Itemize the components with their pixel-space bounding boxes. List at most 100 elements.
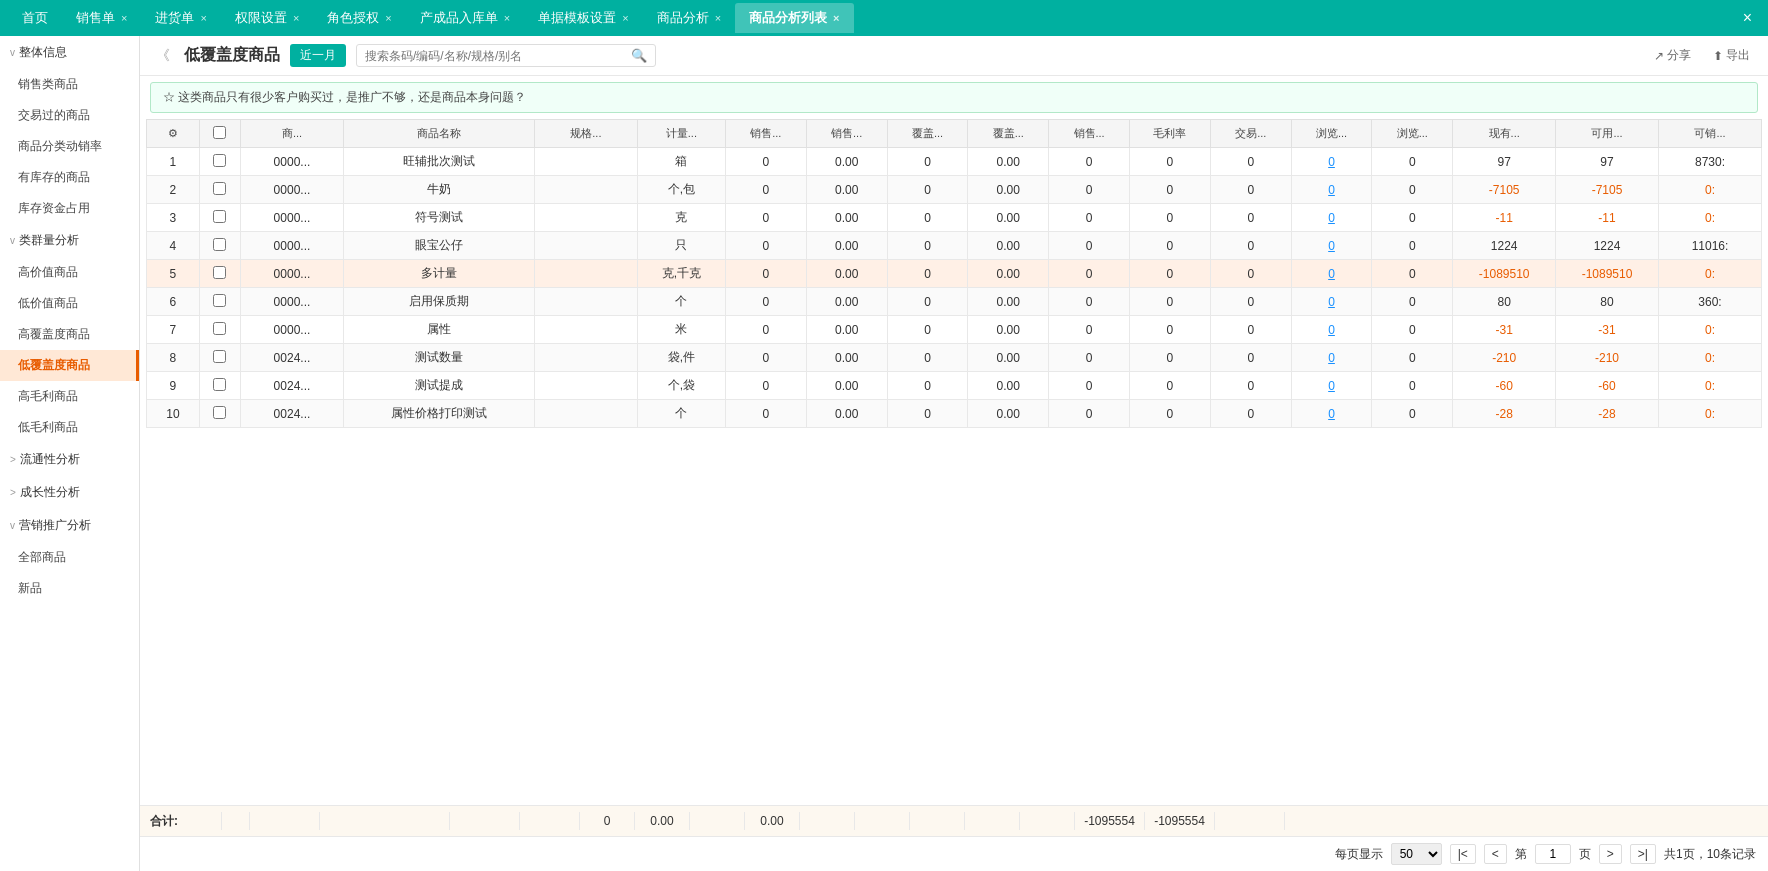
row-checkbox[interactable] (213, 154, 226, 167)
cell-0: 5 (147, 260, 200, 288)
row-checkbox[interactable] (213, 182, 226, 195)
sidebar-item-高毛利商品[interactable]: 高毛利商品 (0, 381, 139, 412)
sidebar-item-高覆盖度商品[interactable]: 高覆盖度商品 (0, 319, 139, 350)
sidebar-section-类群量分析[interactable]: v类群量分析 (0, 224, 139, 257)
browse-link[interactable]: 0 (1328, 183, 1335, 197)
col-header-6: 销售... (725, 120, 806, 148)
first-page-btn[interactable]: |< (1450, 844, 1476, 864)
last-page-btn[interactable]: >| (1630, 844, 1656, 864)
row-checkbox[interactable] (213, 238, 226, 251)
cell-5: 个,袋 (637, 372, 725, 400)
row-checkbox[interactable] (213, 406, 226, 419)
cell-15: -28 (1453, 400, 1556, 428)
nav-tab-产成品入库单[interactable]: 产成品入库单× (406, 3, 524, 33)
total-cell (520, 812, 580, 830)
sidebar-item-销售类商品[interactable]: 销售类商品 (0, 69, 139, 100)
cell-1 (199, 260, 240, 288)
cell-5: 米 (637, 316, 725, 344)
table-row: 100024...属性价格打印测试个00.0000.0000000-28-280… (147, 400, 1762, 428)
total-cell (250, 812, 320, 830)
sidebar-item-库存资金占用[interactable]: 库存资金占用 (0, 193, 139, 224)
nav-tab-进货单[interactable]: 进货单 × (141, 3, 220, 33)
row-checkbox[interactable] (213, 350, 226, 363)
browse-link[interactable]: 0 (1328, 351, 1335, 365)
sidebar-section-整体信息[interactable]: v整体信息 (0, 36, 139, 69)
select-all-checkbox[interactable] (213, 126, 226, 139)
total-cell (1020, 812, 1075, 830)
row-checkbox[interactable] (213, 294, 226, 307)
browse-link[interactable]: 0 (1328, 239, 1335, 253)
export-icon: ⬆ (1713, 49, 1723, 63)
cell-11: 0 (1130, 372, 1211, 400)
cell-16: -1089510 (1556, 260, 1659, 288)
cell-11: 0 (1130, 316, 1211, 344)
settings-icon[interactable]: ⚙ (168, 127, 178, 139)
cell-11: 0 (1130, 260, 1211, 288)
browse-link[interactable]: 0 (1328, 155, 1335, 169)
cell-6: 0 (725, 260, 806, 288)
row-checkbox[interactable] (213, 322, 226, 335)
window-close-btn[interactable]: × (1735, 9, 1760, 27)
nav-tab-close-icon[interactable]: × (385, 12, 391, 24)
col-header-15: 现有... (1453, 120, 1556, 148)
cell-3: 属性 (343, 316, 534, 344)
page-size-select[interactable]: 2050100 (1391, 843, 1442, 865)
cell-2: 0000... (241, 288, 344, 316)
nav-tab-商品分析列表[interactable]: 商品分析列表× (735, 3, 853, 33)
cell-15: 97 (1453, 148, 1556, 176)
nav-tab-close-icon[interactable]: × (121, 12, 127, 24)
nav-tab-销售单[interactable]: 销售单× (62, 3, 141, 33)
browse-link[interactable]: 0 (1328, 211, 1335, 225)
sidebar-section-营销推广分析[interactable]: v营销推广分析 (0, 509, 139, 542)
sidebar-item-高价值商品[interactable]: 高价值商品 (0, 257, 139, 288)
nav-tab-close-icon[interactable]: × (200, 12, 206, 24)
sidebar-item-低毛利商品[interactable]: 低毛利商品 (0, 412, 139, 443)
nav-tab-close-icon[interactable]: × (833, 12, 839, 24)
nav-tab-close-icon[interactable]: × (622, 12, 628, 24)
row-checkbox[interactable] (213, 210, 226, 223)
search-input[interactable] (365, 49, 631, 63)
cell-7: 0.00 (806, 148, 887, 176)
cell-10: 0 (1049, 400, 1130, 428)
browse-link[interactable]: 0 (1328, 407, 1335, 421)
next-page-btn[interactable]: > (1599, 844, 1622, 864)
browse-link[interactable]: 0 (1328, 267, 1335, 281)
date-filter-btn[interactable]: 近一月 (290, 44, 346, 67)
col-header-10: 销售... (1049, 120, 1130, 148)
nav-tab-label: 进货单 (155, 9, 194, 27)
page-input[interactable] (1535, 844, 1571, 864)
nav-tab-close-icon[interactable]: × (293, 12, 299, 24)
cell-0: 6 (147, 288, 200, 316)
nav-tab-权限设置[interactable]: 权限设置× (221, 3, 313, 33)
cell-4 (534, 316, 637, 344)
share-btn[interactable]: ↗ 分享 (1648, 44, 1697, 67)
sidebar-item-全部商品[interactable]: 全部商品 (0, 542, 139, 573)
sidebar-item-有库存的商品[interactable]: 有库存的商品 (0, 162, 139, 193)
prev-page-btn[interactable]: < (1484, 844, 1507, 864)
nav-tab-商品分析[interactable]: 商品分析× (643, 3, 735, 33)
sidebar-item-交易过的商品[interactable]: 交易过的商品 (0, 100, 139, 131)
nav-tab-close-icon[interactable]: × (715, 12, 721, 24)
sidebar-item-新品[interactable]: 新品 (0, 573, 139, 604)
nav-tab-角色授权[interactable]: 角色授权× (313, 3, 405, 33)
nav-tab-close-icon[interactable]: × (504, 12, 510, 24)
sidebar-item-低价值商品[interactable]: 低价值商品 (0, 288, 139, 319)
row-checkbox[interactable] (213, 266, 226, 279)
nav-tab-单据模板设置[interactable]: 单据模板设置× (524, 3, 642, 33)
browse-link[interactable]: 0 (1328, 323, 1335, 337)
cell-15: -210 (1453, 344, 1556, 372)
sidebar-item-低覆盖度商品[interactable]: 低覆盖度商品 (0, 350, 139, 381)
nav-tab-首页[interactable]: 首页 (8, 3, 62, 33)
browse-link[interactable]: 0 (1328, 295, 1335, 309)
browse-link[interactable]: 0 (1328, 379, 1335, 393)
sidebar-item-商品分类动销率[interactable]: 商品分类动销率 (0, 131, 139, 162)
collapse-sidebar-btn[interactable]: 《 (152, 45, 174, 67)
cell-15: -7105 (1453, 176, 1556, 204)
export-btn[interactable]: ⬆ 导出 (1707, 44, 1756, 67)
search-icon[interactable]: 🔍 (631, 48, 647, 63)
col-header-2: 商... (241, 120, 344, 148)
sidebar-section-成长性分析[interactable]: >成长性分析 (0, 476, 139, 509)
total-cell (855, 812, 910, 830)
sidebar-section-流通性分析[interactable]: >流通性分析 (0, 443, 139, 476)
row-checkbox[interactable] (213, 378, 226, 391)
